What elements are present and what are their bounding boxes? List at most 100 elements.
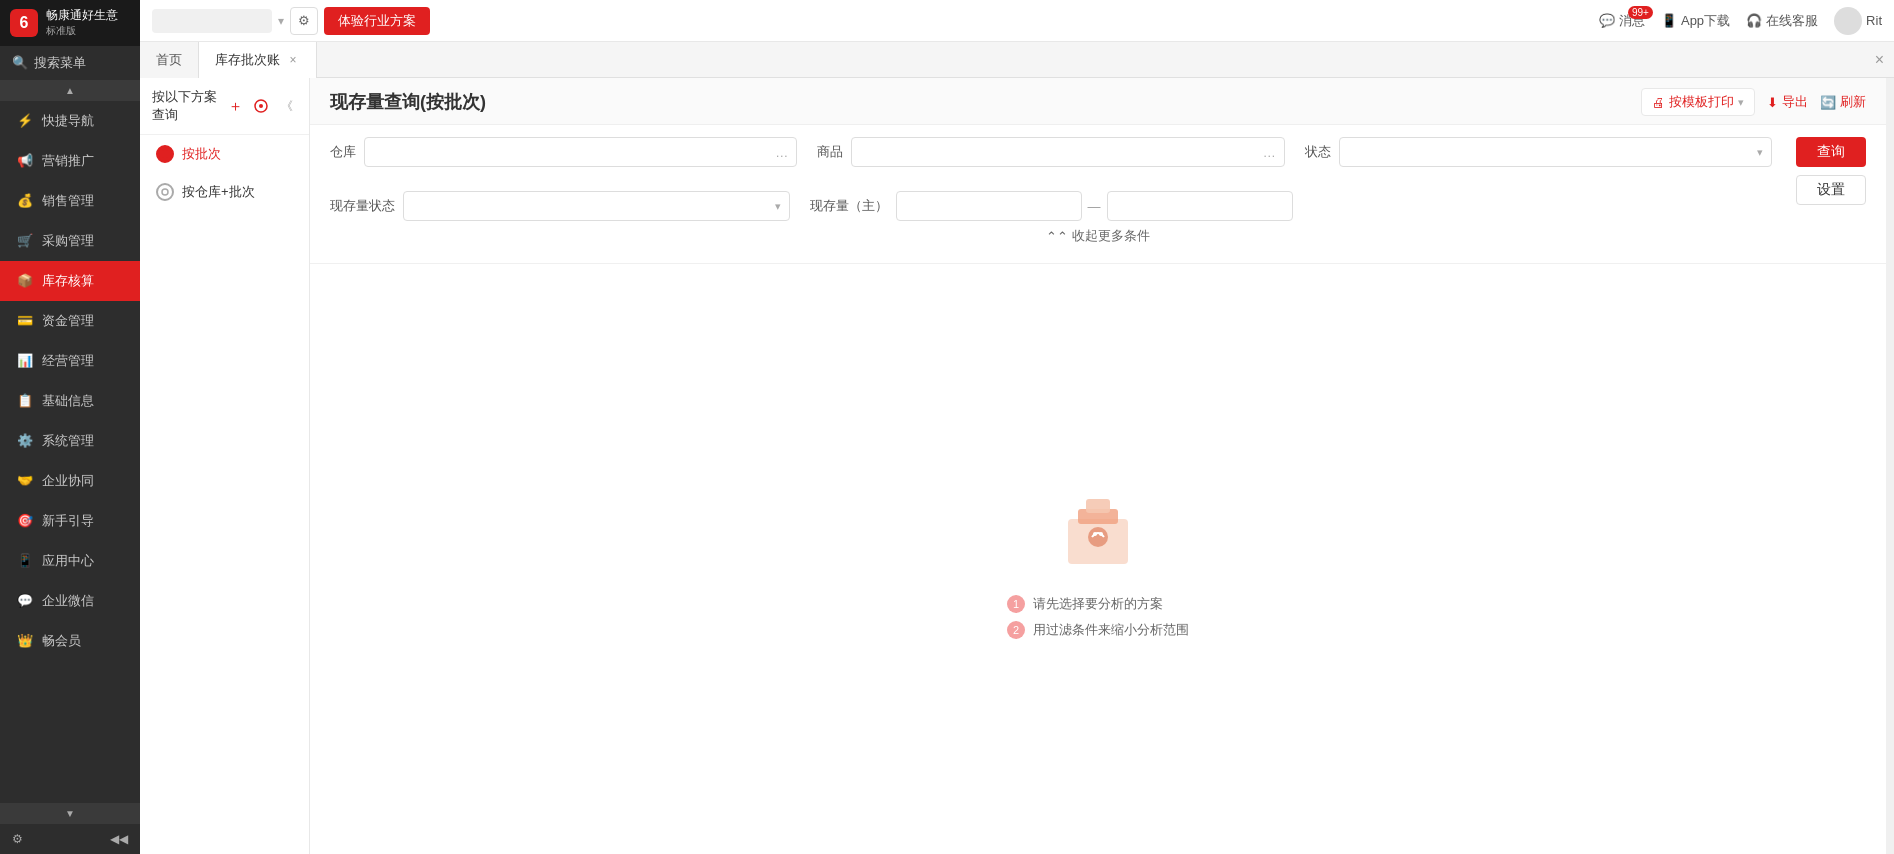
- settings-footer-btn[interactable]: ⚙: [12, 832, 23, 846]
- topbar-gear-btn[interactable]: ⚙: [290, 7, 318, 35]
- svg-point-2: [161, 150, 169, 158]
- status-select[interactable]: ▾: [1339, 137, 1772, 167]
- headset-icon: 🎧: [1746, 13, 1762, 28]
- stock-qty-min-input[interactable]: [896, 191, 1082, 221]
- close-all-tabs-btn[interactable]: ×: [1875, 51, 1884, 69]
- page-title: 现存量查询(按批次): [330, 90, 486, 114]
- empty-tip-1: 1 请先选择要分析的方案: [1007, 595, 1189, 613]
- stock-status-select[interactable]: ▾: [403, 191, 790, 221]
- user-name: Rit: [1866, 13, 1882, 28]
- collapse-scheme-btn[interactable]: 《: [277, 96, 297, 116]
- warehouse-input[interactable]: …: [364, 137, 797, 167]
- online-service-btn[interactable]: 🎧 在线客服: [1746, 12, 1818, 30]
- print-dropdown-icon[interactable]: ▾: [1738, 96, 1744, 109]
- sidebar-item-quick-nav[interactable]: ⚡ 快捷导航: [0, 101, 140, 141]
- refresh-icon: 🔄: [1820, 95, 1836, 110]
- search-menu-label: 搜索菜单: [34, 54, 86, 72]
- avatar: [1834, 7, 1862, 35]
- topbar-breadcrumb-area: ▾ ⚙ 体验行业方案: [152, 7, 1591, 35]
- sidebar-item-label: 快捷导航: [42, 112, 94, 130]
- sidebar-item-label: 畅会员: [42, 632, 81, 650]
- sidebar-scroll-up[interactable]: ▲: [0, 81, 140, 101]
- topbar-right: 💬 消息 99+ 📱 App下载 🎧 在线客服 Rit: [1599, 7, 1882, 35]
- filter-area: 仓库 … 商品 …: [310, 125, 1886, 264]
- sidebar-item-purchase[interactable]: 🛒 采购管理: [0, 221, 140, 261]
- printer-icon: 🖨: [1652, 95, 1665, 110]
- stock-status-filter: 现存量状态 ▾: [330, 191, 790, 221]
- topbar-chevron-icon: ▾: [278, 14, 284, 28]
- tab-batch-account[interactable]: 库存批次账 ×: [199, 42, 317, 78]
- sidebar-item-label: 采购管理: [42, 232, 94, 250]
- sidebar-header: 6 畅康通好生意 标准版: [0, 0, 140, 46]
- collapse-footer-btn[interactable]: ◀◀: [110, 832, 128, 846]
- scheme-panel: 按以下方案查询 ＋ 《: [140, 78, 310, 854]
- page-header: 现存量查询(按批次) 🖨 按模板打印 ▾ ⬇ 导出 🔄 刷新: [310, 78, 1886, 125]
- stock-qty-max-input[interactable]: [1107, 191, 1293, 221]
- sidebar-item-wechat[interactable]: 💬 企业微信: [0, 581, 140, 621]
- target-icon: [253, 98, 269, 114]
- scheme-item-label: 按批次: [182, 145, 221, 163]
- status-label: 状态: [1305, 143, 1331, 161]
- empty-tip-2-text: 用过滤条件来缩小分析范围: [1033, 621, 1189, 639]
- sidebar-item-inventory[interactable]: 📦 库存核算: [0, 261, 140, 301]
- search-menu-item[interactable]: 🔍 搜索菜单: [0, 46, 140, 81]
- sidebar-item-label: 经营管理: [42, 352, 94, 370]
- sidebar-item-enterprise[interactable]: 🤝 企业协同: [0, 461, 140, 501]
- sidebar-item-newbie[interactable]: 🎯 新手引导: [0, 501, 140, 541]
- collapse-more-conditions-btn[interactable]: ⌃⌃ 收起更多条件: [330, 221, 1866, 251]
- sidebar-item-system[interactable]: ⚙️ 系统管理: [0, 421, 140, 461]
- page-header-actions: 🖨 按模板打印 ▾ ⬇ 导出 🔄 刷新: [1641, 88, 1866, 116]
- warehouse-filter: 仓库 …: [330, 137, 797, 167]
- app-download-label: App下载: [1681, 12, 1730, 30]
- query-btn[interactable]: 查询: [1796, 137, 1866, 167]
- topbar: ▾ ⚙ 体验行业方案 💬 消息 99+ 📱 App下载 🎧 在线客服 Ri: [140, 0, 1894, 42]
- product-input[interactable]: …: [851, 137, 1284, 167]
- trial-btn[interactable]: 体验行业方案: [324, 7, 430, 35]
- inventory-icon: 📦: [16, 272, 34, 290]
- company-name: 畅康通好生意: [46, 8, 118, 24]
- sidebar-item-label: 企业协同: [42, 472, 94, 490]
- message-btn[interactable]: 💬 消息 99+: [1599, 12, 1645, 30]
- sidebar-item-label: 资金管理: [42, 312, 94, 330]
- sidebar-item-app-center[interactable]: 📱 应用中心: [0, 541, 140, 581]
- product-more-icon[interactable]: …: [1263, 145, 1276, 160]
- print-btn[interactable]: 🖨 按模板打印 ▾: [1641, 88, 1755, 116]
- sidebar-item-operations[interactable]: 📊 经营管理: [0, 341, 140, 381]
- scheme-item-by-batch[interactable]: 按批次: [140, 135, 309, 173]
- online-service-label: 在线客服: [1766, 12, 1818, 30]
- sidebar-item-member[interactable]: 👑 畅会员: [0, 621, 140, 661]
- right-scrollbar[interactable]: [1886, 78, 1894, 854]
- company-info: 畅康通好生意 标准版: [46, 8, 118, 38]
- tabs-bar: 首页 库存批次账 × ×: [140, 42, 1894, 78]
- sidebar-item-sales[interactable]: 💰 销售管理: [0, 181, 140, 221]
- add-scheme-btn[interactable]: ＋: [225, 96, 245, 116]
- app-download-icon: 📱: [1661, 13, 1677, 28]
- finance-icon: 💳: [16, 312, 34, 330]
- sidebar-item-label: 营销推广: [42, 152, 94, 170]
- sidebar-item-basic-info[interactable]: 📋 基础信息: [0, 381, 140, 421]
- quick-nav-icon: ⚡: [16, 112, 34, 130]
- app-download-btn[interactable]: 📱 App下载: [1661, 12, 1730, 30]
- refresh-btn[interactable]: 🔄 刷新: [1820, 93, 1866, 111]
- sidebar-item-marketing[interactable]: 📢 营销推广: [0, 141, 140, 181]
- topbar-search-input[interactable]: [152, 9, 272, 33]
- product-filter: 商品 …: [817, 137, 1284, 167]
- sidebar-scroll-down[interactable]: ▼: [0, 803, 140, 823]
- set-btn[interactable]: 设置: [1796, 175, 1866, 205]
- print-btn-label: 按模板打印: [1669, 93, 1734, 111]
- export-btn[interactable]: ⬇ 导出: [1767, 93, 1808, 111]
- sidebar-item-finance[interactable]: 💳 资金管理: [0, 301, 140, 341]
- scheme-settings-btn[interactable]: [251, 96, 271, 116]
- svg-point-8: [1093, 532, 1097, 536]
- scheme-item-by-warehouse-batch[interactable]: 按仓库+批次: [140, 173, 309, 211]
- empty-tip-1-text: 请先选择要分析的方案: [1033, 595, 1163, 613]
- wechat-icon: 💬: [16, 592, 34, 610]
- warehouse-more-icon[interactable]: …: [775, 145, 788, 160]
- tab-close-btn[interactable]: ×: [286, 53, 300, 67]
- tab-home[interactable]: 首页: [140, 42, 199, 78]
- user-avatar-area[interactable]: Rit: [1834, 7, 1882, 35]
- sidebar-item-label: 系统管理: [42, 432, 94, 450]
- stock-status-dropdown-icon: ▾: [775, 200, 781, 213]
- export-icon: ⬇: [1767, 95, 1778, 110]
- purchase-icon: 🛒: [16, 232, 34, 250]
